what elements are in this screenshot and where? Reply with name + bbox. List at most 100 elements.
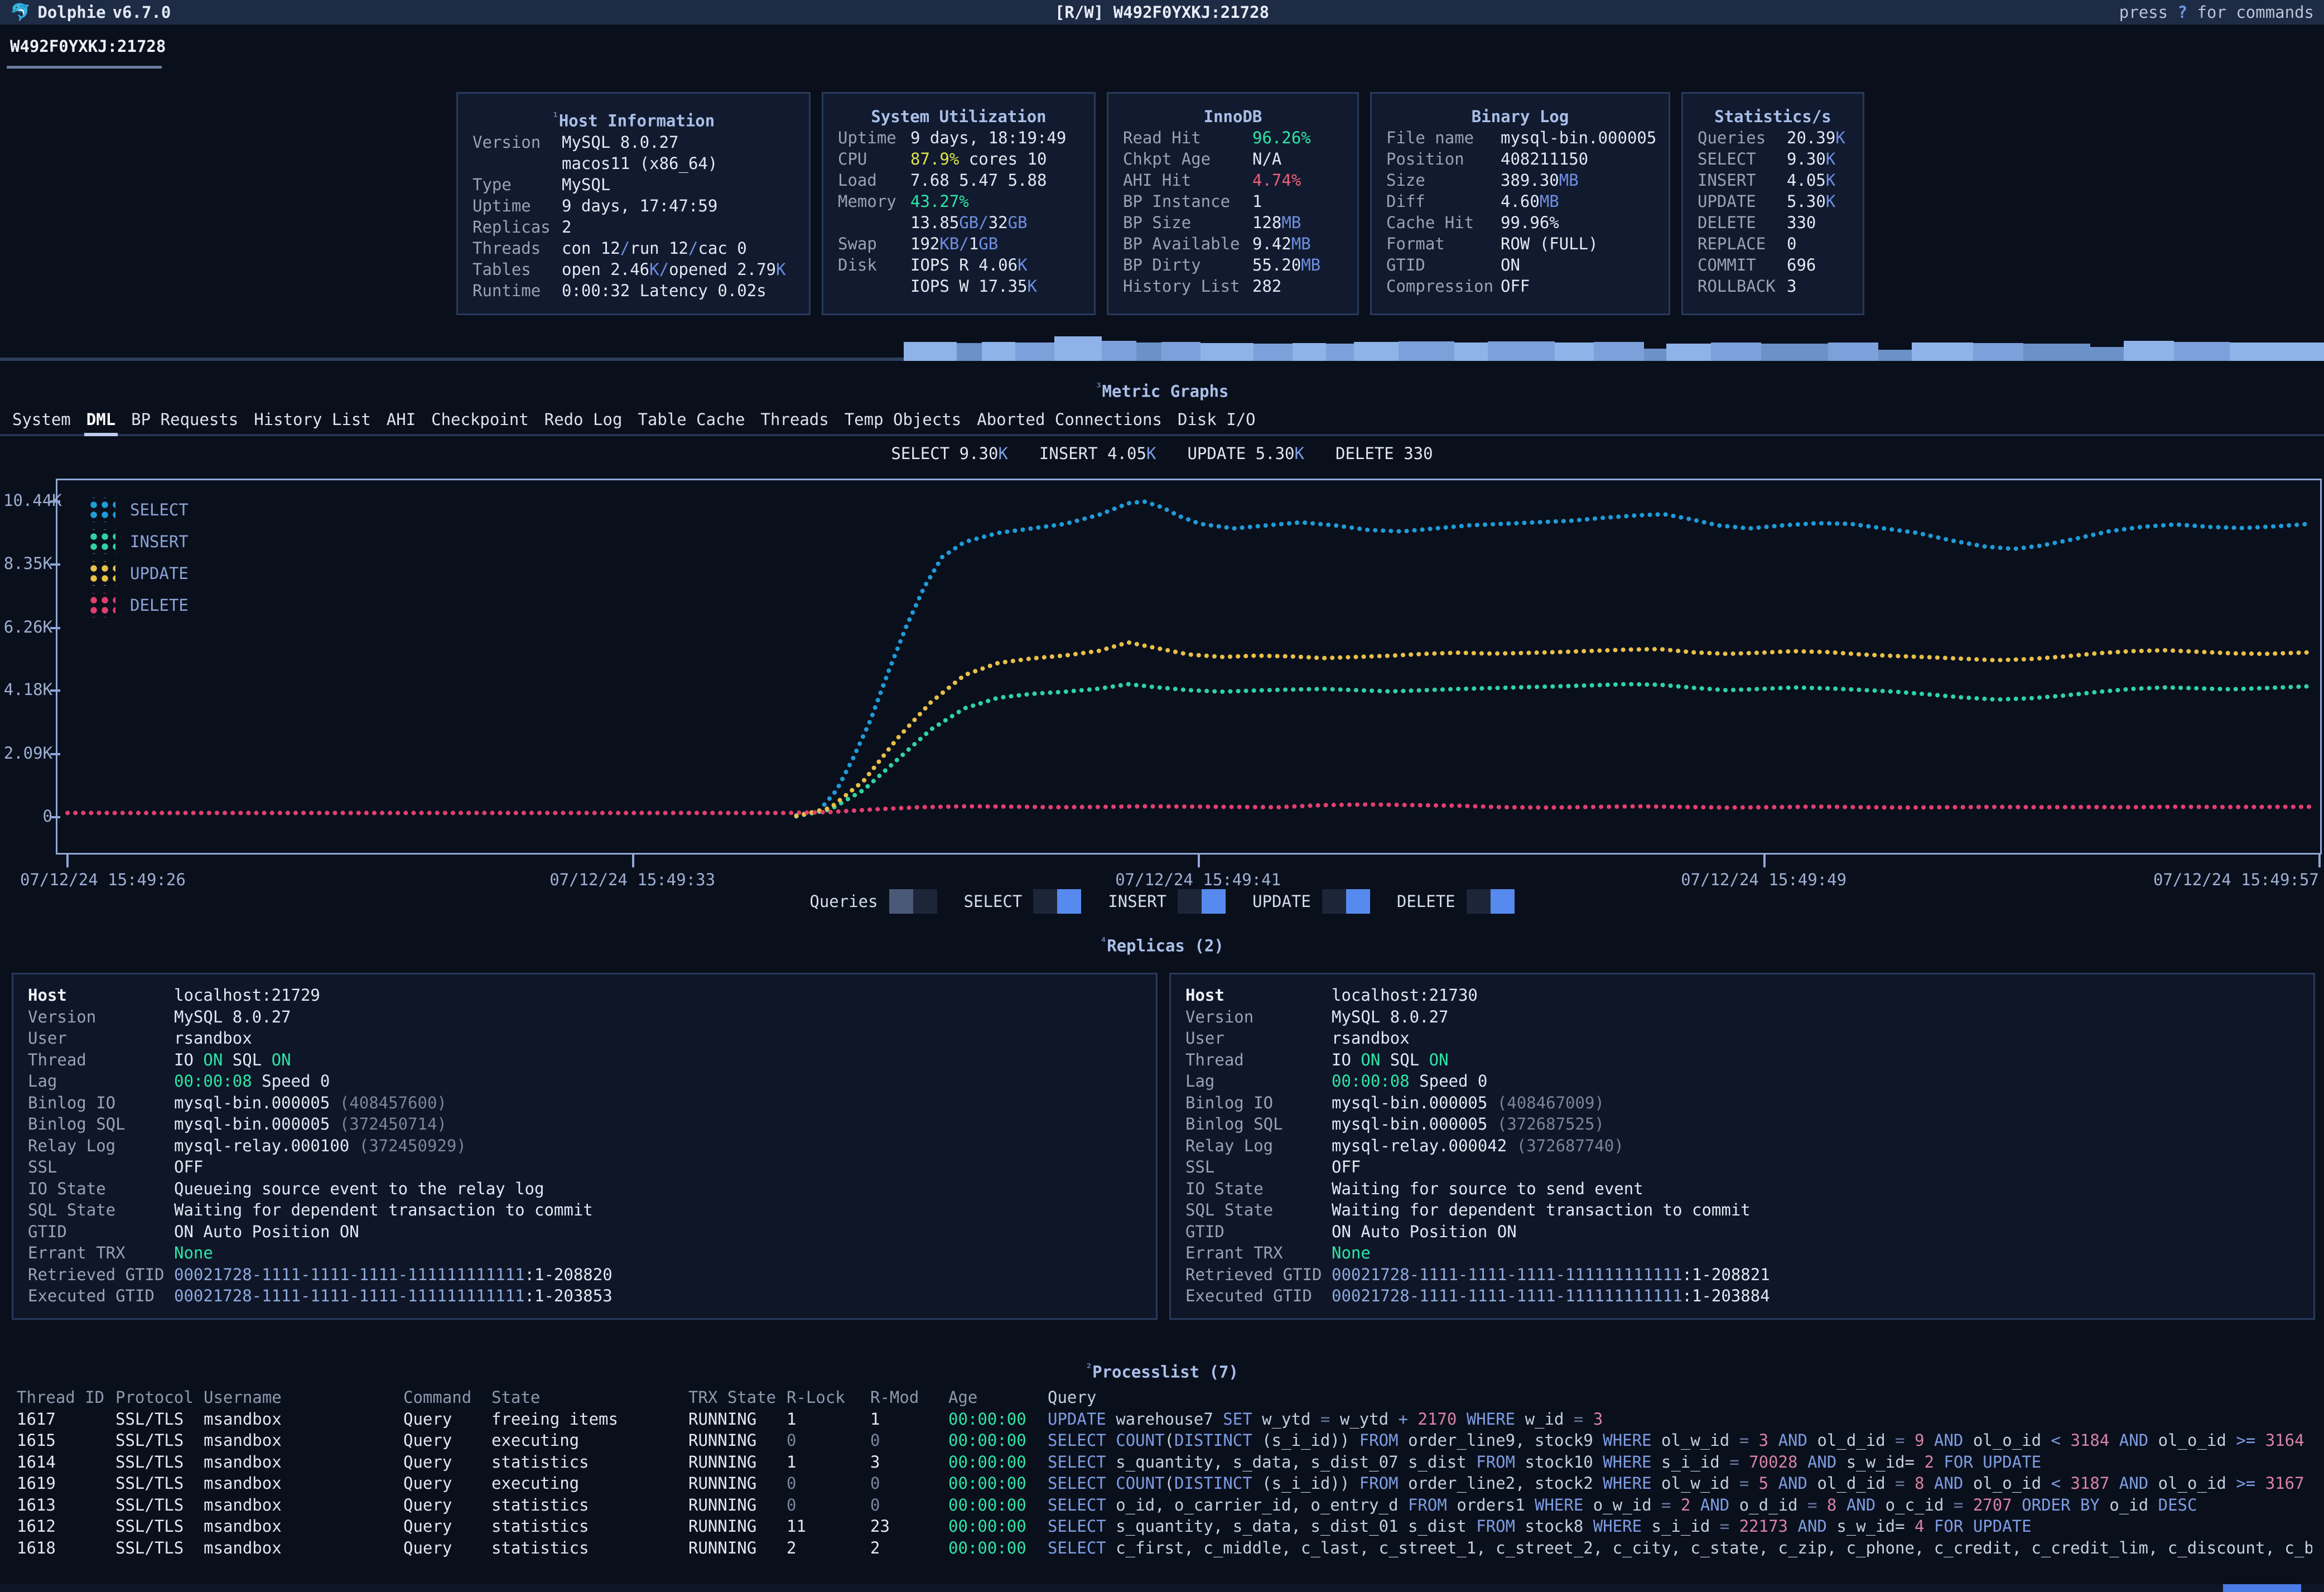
replica-row: IO StateQueueing source event to the rel… [28,1178,1141,1200]
sparkline-bar [2090,347,2124,361]
row-value: localhost:21729 [174,985,320,1006]
row-value: 00021728-1111-1111-1111-111111111111:1-2… [174,1264,613,1286]
panel-title: Statistics/s [1698,106,1848,127]
metric-tab-system[interactable]: System [4,405,79,434]
metric-tab-dml[interactable]: DML [79,405,123,434]
switch-right-half [913,889,937,914]
switch-left-half [1033,889,1057,914]
metric-graphs-title: ³Metric Graphs [0,380,2324,401]
horizontal-scrollbar[interactable] [0,1584,2324,1592]
processlist-row[interactable]: 1619SSL/TLSmsandboxQueryexecutingRUNNING… [12,1473,2312,1494]
host-tab[interactable]: W492F0YXKJ:21728 [10,37,166,56]
row-label: Position [1386,148,1501,170]
value-segment: MySQL 8.0.27 [1332,1007,1449,1026]
cell-query: SELECT o_id, o_carrier_id, o_entry_d FRO… [1048,1494,2312,1516]
value-segment: K [1826,149,1835,168]
summary-update: UPDATE 5.30K [1187,444,1304,463]
sparkline-bar [1293,343,1326,361]
cell-thread-id: 1615 [17,1430,115,1451]
help-key[interactable]: ? [2178,3,2187,22]
row-value: 5.30K [1787,191,1835,212]
scrollbar-thumb[interactable] [2223,1584,2301,1592]
value-segment: localhost:21729 [174,986,320,1005]
metric-tab-temp-objects[interactable]: Temp Objects [837,405,970,434]
panel-row: Queries20.39K [1698,127,1848,148]
row-value: 7.68 5.47 5.88 [910,170,1047,191]
metric-tab-history-list[interactable]: History List [246,405,379,434]
value-segment: macos11 (x86_64) [562,154,717,173]
cell-username: msandbox [204,1473,403,1494]
toggle-switch-insert[interactable] [1178,889,1226,914]
replica-row: Retrieved GTID00021728-1111-1111-1111-11… [28,1264,1141,1286]
row-value: 4.05K [1787,170,1835,191]
cell-r-lock: 0 [787,1473,870,1494]
toggle-switch-queries[interactable] [889,889,937,914]
row-label: Errant TRX [28,1242,174,1264]
metric-tab-table-cache[interactable]: Table Cache [630,405,753,434]
value-segment: 330 [1787,213,1816,232]
processlist-row[interactable]: 1615SSL/TLSmsandboxQueryexecutingRUNNING… [12,1430,2312,1451]
row-label: SSL [28,1156,174,1178]
metric-tab-ahi[interactable]: AHI [379,405,423,434]
row-label: Relay Log [28,1135,174,1157]
sparkline-bar [1666,344,1711,361]
value-segment: 43.27% [910,192,969,211]
processlist-row[interactable]: 1617SSL/TLSmsandboxQueryfreeing itemsRUN… [12,1408,2312,1430]
processlist-row[interactable]: 1618SSL/TLSmsandboxQuerystatisticsRUNNIN… [12,1537,2312,1559]
row-value: macos11 (x86_64) [562,153,717,174]
column-header-command: Command [403,1387,491,1408]
row-label: Retrieved GTID [28,1264,174,1286]
row-label: File name [1386,127,1501,148]
value-segment: localhost:21730 [1332,986,1478,1005]
metric-tab-threads[interactable]: Threads [753,405,836,434]
panel-row: AHI Hit4.74% [1123,170,1343,191]
replicas-hotkey: ⁴ [1100,935,1107,948]
row-label: Diff [1386,191,1501,212]
row-label: Tables [472,259,562,280]
metric-tab-disk-i-o[interactable]: Disk I/O [1170,405,1264,434]
cell-trx-state: RUNNING [688,1494,787,1516]
toggle-switch-select[interactable] [1033,889,1081,914]
metric-tab-aborted-connections[interactable]: Aborted Connections [969,405,1170,434]
row-value: OFF [1501,276,1530,297]
panel-row: Read Hit96.26% [1123,127,1343,148]
value-segment: ON Auto Position ON [1332,1222,1517,1241]
toggle-label: DELETE [1397,892,1455,911]
row-label [838,212,910,233]
processlist-row[interactable]: 1612SSL/TLSmsandboxQuerystatisticsRUNNIN… [12,1516,2312,1537]
row-value: ON Auto Position ON [174,1221,359,1243]
sparkline-bar [1200,343,1253,361]
toggle-switch-delete[interactable] [1467,889,1515,914]
replica-row: SSLOFF [1185,1156,2299,1178]
metric-tab-checkpoint[interactable]: Checkpoint [423,405,537,434]
row-label: Chkpt Age [1123,148,1252,170]
column-header-trx-state: TRX State [688,1387,787,1408]
cell-r-mod: 0 [870,1473,948,1494]
value-segment: 9 days, 18:19:49 [910,128,1066,147]
cell-age: 00:00:00 [948,1451,1048,1473]
metric-graph-tabs: SystemDMLBP RequestsHistory ListAHICheck… [0,405,2324,436]
row-label: Load [838,170,910,191]
row-label: IO State [1185,1178,1332,1200]
processlist-title: ²Processlist (7) [0,1361,2324,1382]
cell-r-lock: 11 [787,1516,870,1537]
sparkline-bar [2174,342,2230,361]
toggle-insert: INSERT [1108,889,1226,914]
processlist-row[interactable]: 1614SSL/TLSmsandboxQuerystatisticsRUNNIN… [12,1451,2312,1473]
panel-row: Memory43.27% [838,191,1079,212]
cell-r-mod: 3 [870,1451,948,1473]
cell-age: 00:00:00 [948,1473,1048,1494]
panel-row: Threadscon 12/run 12/cac 0 [472,238,794,259]
processlist-row[interactable]: 1613SSL/TLSmsandboxQuerystatisticsRUNNIN… [12,1494,2312,1516]
row-label: Queries [1698,127,1787,148]
metric-tab-redo-log[interactable]: Redo Log [537,405,630,434]
value-segment: 55.20 [1252,255,1301,274]
legend-swatch-icon [86,498,115,522]
row-label: CPU [838,148,910,170]
toggle-switch-update[interactable] [1322,889,1370,914]
metric-tab-bp-requests[interactable]: BP Requests [123,405,246,434]
row-label: Thread [1185,1049,1332,1071]
value-segment: ON [1501,255,1520,274]
value-segment: rsandbox [1332,1029,1410,1048]
cell-command: Query [403,1537,491,1559]
